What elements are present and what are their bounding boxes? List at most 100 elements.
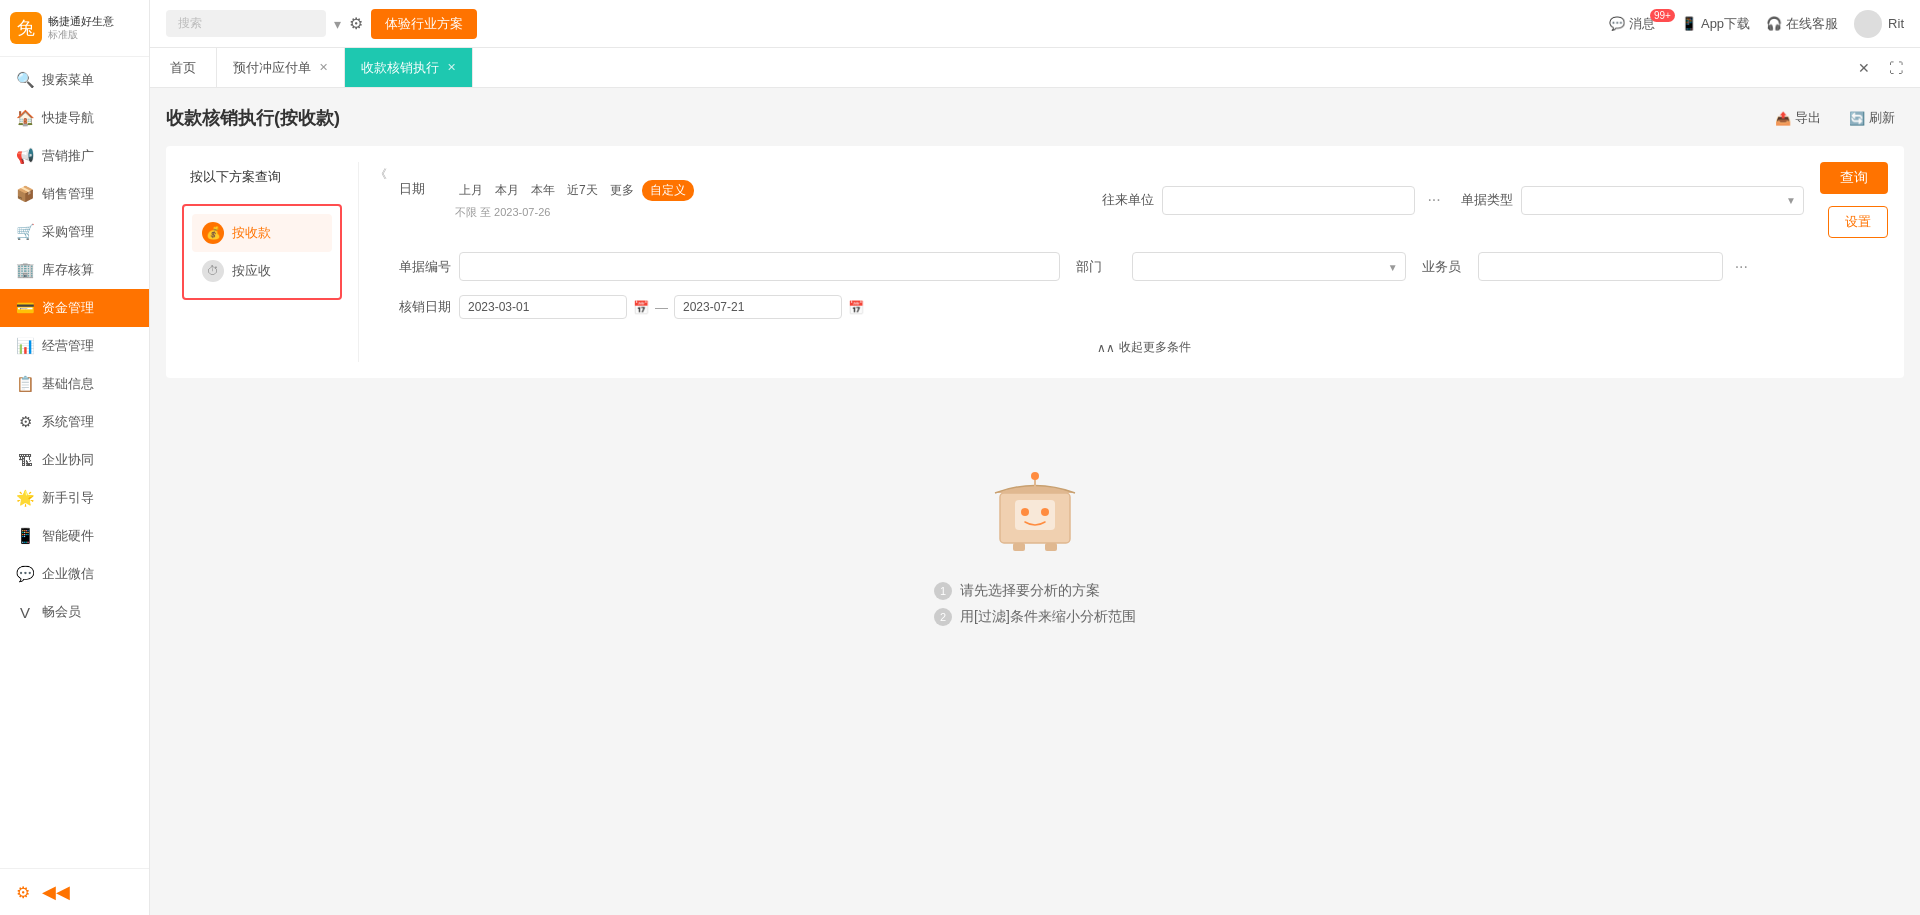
empty-tip-1: 1 请先选择要分析的方案 xyxy=(934,582,1136,600)
sidebar-item-quick-nav[interactable]: 🏠 快捷导航 xyxy=(0,99,149,137)
cal-end-icon[interactable]: 📅 xyxy=(848,300,864,315)
doc-type-select[interactable] xyxy=(1521,186,1804,215)
sidebar-item-purchase[interactable]: 🛒 采购管理 xyxy=(0,213,149,251)
topbar-dropdown-icon[interactable]: ▾ xyxy=(334,16,341,32)
sidebar-item-basic-info[interactable]: 📋 基础信息 xyxy=(0,365,149,403)
dept-select[interactable] xyxy=(1132,252,1406,281)
counterpart-input[interactable] xyxy=(1162,186,1416,215)
date-field: 日期 上月 本月 本年 近7天 更多 自定义 不限 至 2023-07-26 xyxy=(399,180,1086,220)
collapse-more-btn[interactable]: ∧∧ 收起更多条件 xyxy=(399,333,1888,362)
operation-icon: 📊 xyxy=(16,337,34,355)
sidebar-label-enterprise: 企业协同 xyxy=(42,451,94,469)
tab-prepay-offset[interactable]: 预付冲应付单 ✕ xyxy=(217,48,345,87)
verification-date-start[interactable] xyxy=(459,295,627,319)
message-icon: 💬 xyxy=(1609,16,1625,31)
verification-date-end[interactable] xyxy=(674,295,842,319)
sidebar-label-finance: 资金管理 xyxy=(42,299,94,317)
sales-icon: 📦 xyxy=(16,185,34,203)
tab-receipt-offset[interactable]: 收款核销执行 ✕ xyxy=(345,48,473,87)
shortcut-this-year[interactable]: 本年 xyxy=(527,180,559,201)
verification-date-label: 核销日期 xyxy=(399,298,451,316)
tab-close-btn[interactable]: ✕ xyxy=(1848,52,1880,84)
marketing-icon: 📢 xyxy=(16,147,34,165)
query-button[interactable]: 查询 xyxy=(1820,162,1888,194)
filter-option-by-receivable[interactable]: ⏱ 按应收 xyxy=(192,252,332,290)
tab-receipt-close-icon[interactable]: ✕ xyxy=(447,61,456,74)
content-area: 收款核销执行(按收款) 📤 导出 🔄 刷新 按以下方案查询 💰 xyxy=(150,88,1920,915)
shortcut-custom[interactable]: 自定义 xyxy=(642,180,694,201)
tab-controls: ✕ ⛶ xyxy=(1848,52,1920,84)
doc-no-input[interactable] xyxy=(459,252,1060,281)
svg-rect-7 xyxy=(1045,543,1057,551)
sidebar-item-sales[interactable]: 📦 销售管理 xyxy=(0,175,149,213)
app-edition: 标准版 xyxy=(48,28,114,42)
app-download-icon: 📱 xyxy=(1681,16,1697,31)
refresh-label: 刷新 xyxy=(1869,109,1895,127)
topbar-message[interactable]: 💬 消息 99+ xyxy=(1609,15,1665,33)
vip-icon: V xyxy=(16,604,34,621)
tab-prepay-close-icon[interactable]: ✕ xyxy=(319,61,328,74)
settings-bottom-icon[interactable]: ⚙ xyxy=(16,883,30,902)
doc-type-label: 单据类型 xyxy=(1461,191,1513,209)
tab-expand-btn[interactable]: ⛶ xyxy=(1880,52,1912,84)
main-area: 搜索 ▾ ⚙ 体验行业方案 💬 消息 99+ 📱 App下载 🎧 在线客服 Ri… xyxy=(150,0,1920,915)
app-download-label: App下载 xyxy=(1701,15,1750,33)
topbar-app-download[interactable]: 📱 App下载 xyxy=(1681,15,1750,33)
app-logo-icon: 兔 xyxy=(10,12,42,44)
sidebar-item-newbie[interactable]: 🌟 新手引导 xyxy=(0,479,149,517)
shortcut-more[interactable]: 更多 xyxy=(606,180,638,201)
page-actions: 📤 导出 🔄 刷新 xyxy=(1766,104,1904,132)
sidebar-item-vip[interactable]: V 畅会员 xyxy=(0,593,149,631)
counterpart-dots-btn[interactable]: ··· xyxy=(1423,187,1444,213)
tip-num-1: 1 xyxy=(934,582,952,600)
basic-info-icon: 📋 xyxy=(16,375,34,393)
user-area[interactable]: Rit xyxy=(1854,10,1904,38)
shortcut-last-month[interactable]: 上月 xyxy=(455,180,487,201)
export-button[interactable]: 📤 导出 xyxy=(1766,104,1830,132)
sidebar-label-system: 系统管理 xyxy=(42,413,94,431)
sidebar-label-smart-hw: 智能硬件 xyxy=(42,527,94,545)
user-avatar xyxy=(1854,10,1882,38)
filter-collapse-btn[interactable]: 《 xyxy=(375,162,387,362)
counterpart-label: 往来单位 xyxy=(1102,191,1154,209)
sidebar-item-operation[interactable]: 📊 经营管理 xyxy=(0,327,149,365)
sidebar-label-newbie: 新手引导 xyxy=(42,489,94,507)
sidebar-item-search-menu[interactable]: 🔍 搜索菜单 xyxy=(0,61,149,99)
newbie-icon: 🌟 xyxy=(16,489,34,507)
collapse-sidebar-icon[interactable]: ◀◀ xyxy=(42,881,70,903)
search-icon: 🔍 xyxy=(16,71,34,89)
sidebar-item-marketing[interactable]: 📢 营销推广 xyxy=(0,137,149,175)
salesman-dots-btn[interactable]: ··· xyxy=(1731,254,1752,280)
cal-start-icon[interactable]: 📅 xyxy=(633,300,649,315)
tab-home[interactable]: 首页 xyxy=(150,48,217,87)
tab-home-label: 首页 xyxy=(170,59,196,77)
verification-date-field: 核销日期 📅 — 📅 xyxy=(399,295,1888,319)
tip-num-2: 2 xyxy=(934,608,952,626)
sidebar-item-wechat[interactable]: 💬 企业微信 xyxy=(0,555,149,593)
sidebar-item-smart-hw[interactable]: 📱 智能硬件 xyxy=(0,517,149,555)
salesman-input[interactable] xyxy=(1478,252,1723,281)
shortcut-this-month[interactable]: 本月 xyxy=(491,180,523,201)
solution-button[interactable]: 体验行业方案 xyxy=(371,9,477,39)
svg-point-3 xyxy=(1041,508,1049,516)
date-shortcuts: 上月 本月 本年 近7天 更多 自定义 xyxy=(455,180,694,201)
filter-divider xyxy=(358,162,359,362)
empty-tips: 1 请先选择要分析的方案 2 用[过滤]条件来缩小分析范围 xyxy=(934,582,1136,626)
filter-row-1: 日期 上月 本月 本年 近7天 更多 自定义 不限 至 2023-07-26 xyxy=(399,162,1888,238)
filter-options-box: 💰 按收款 ⏱ 按应收 xyxy=(182,204,342,300)
filter-option-by-receipt[interactable]: 💰 按收款 xyxy=(192,214,332,252)
topbar-service[interactable]: 🎧 在线客服 xyxy=(1766,15,1838,33)
dept-select-wrapper: ▼ xyxy=(1132,252,1406,281)
doc-type-field: 单据类型 ▼ xyxy=(1461,186,1804,215)
sidebar-item-system[interactable]: ⚙ 系统管理 xyxy=(0,403,149,441)
settings-button[interactable]: 设置 xyxy=(1828,206,1888,238)
sidebar-item-enterprise[interactable]: 🏗 企业协同 xyxy=(0,441,149,479)
doc-no-field: 单据编号 xyxy=(399,252,1060,281)
shortcut-7-days[interactable]: 近7天 xyxy=(563,180,602,201)
svg-point-5 xyxy=(1031,472,1039,480)
sidebar-item-finance[interactable]: 💳 资金管理 xyxy=(0,289,149,327)
topbar-gear-icon[interactable]: ⚙ xyxy=(349,14,363,33)
refresh-button[interactable]: 🔄 刷新 xyxy=(1840,104,1904,132)
sidebar-label-sales: 销售管理 xyxy=(42,185,94,203)
sidebar-item-inventory[interactable]: 🏢 库存核算 xyxy=(0,251,149,289)
